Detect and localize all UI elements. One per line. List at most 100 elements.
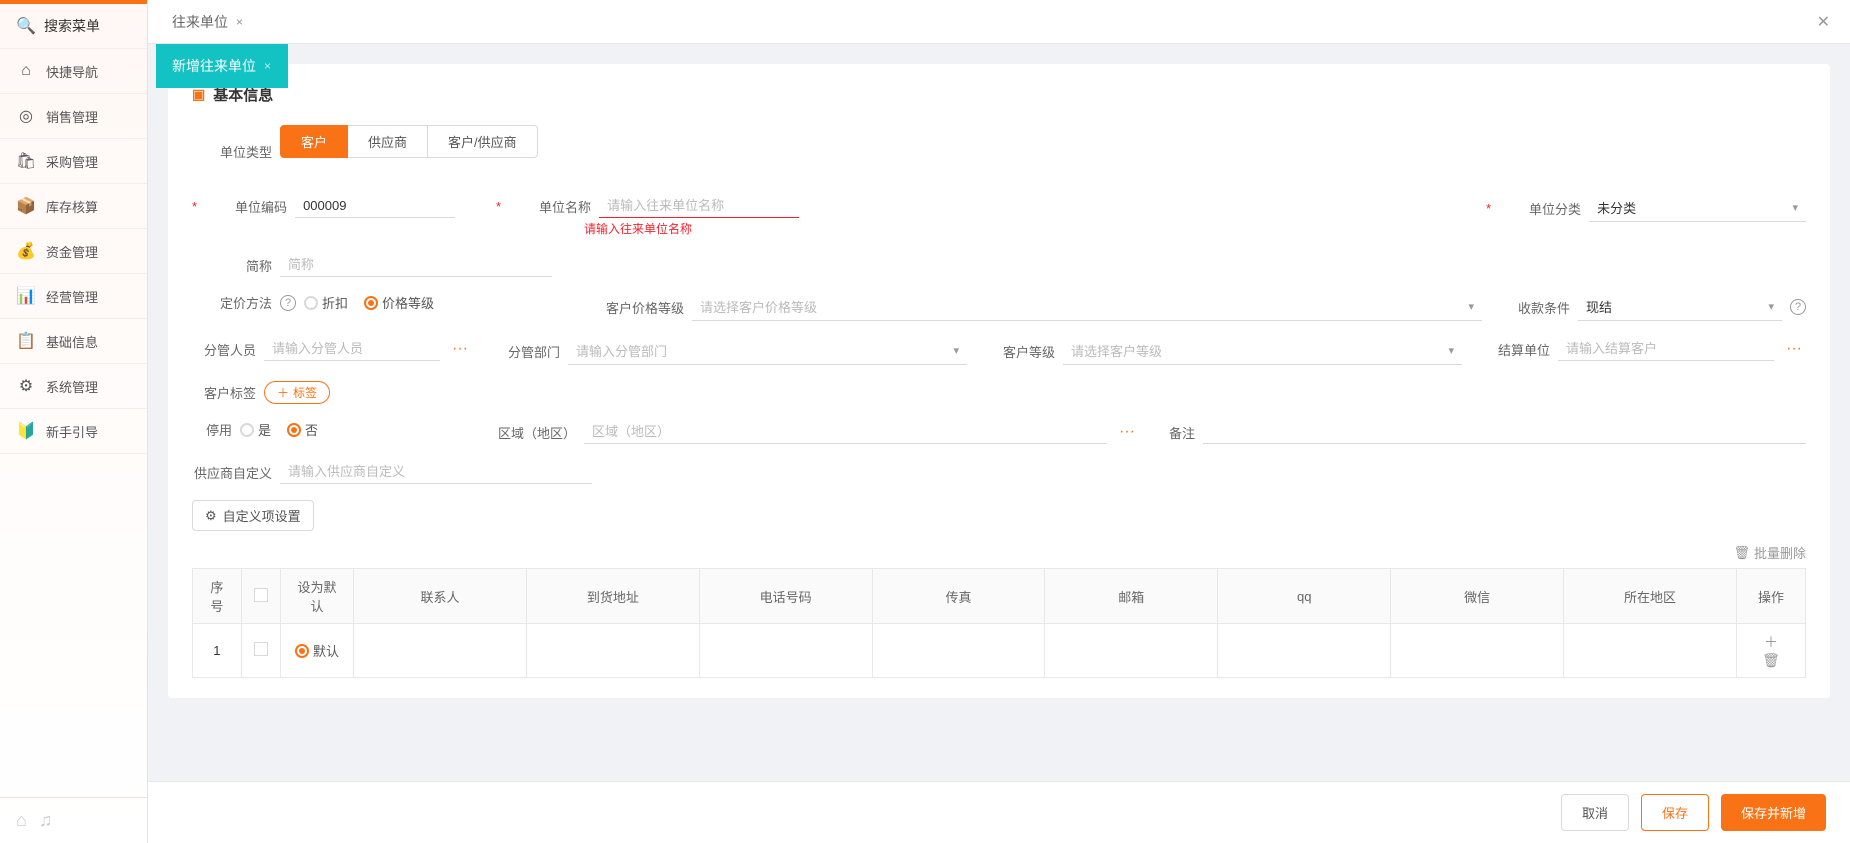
sidebar-label-system: 系统管理 [46, 377, 98, 396]
custom-settings-button[interactable]: ⚙ 自定义项设置 [192, 500, 314, 531]
row-email-input[interactable] [1057, 643, 1205, 658]
row-contact-input[interactable] [366, 643, 514, 658]
add-tag-label: 标签 [293, 384, 317, 401]
sidebar: 🔍 搜索菜单 ⌂快捷导航◎销售管理🛍采购管理📦库存核算💰资金管理 📊 经营管理 📋基础… [0, 0, 148, 843]
sidebar-item-operation[interactable]: 📊 经营管理 [0, 274, 147, 319]
disabled-no-option[interactable]: 否 [287, 420, 318, 439]
unit-category-select[interactable]: 未分类 ▾ [1589, 194, 1806, 222]
type-btn-supplier[interactable]: 供应商 [348, 125, 428, 158]
sidebar-item-inventory[interactable]: 📦库存核算 [0, 184, 147, 229]
table-select-all-checkbox[interactable] [254, 588, 268, 602]
row-add-button[interactable]: ＋ [1760, 632, 1782, 652]
payment-terms-help-icon[interactable]: ? [1790, 299, 1806, 315]
table-header-5: 电话号码 [699, 569, 872, 624]
add-tag-button[interactable]: ＋ 标签 [264, 381, 330, 404]
table-header-7: 邮箱 [1045, 569, 1218, 624]
sidebar-icon-operation: 📊 [16, 286, 36, 306]
table-cell-checkbox [241, 624, 280, 678]
search-menu-item[interactable]: 🔍 搜索菜单 [0, 4, 147, 49]
pricing-method-help-icon[interactable]: ? [280, 295, 296, 311]
table-row: 1默认＋🗑 [193, 624, 1806, 678]
tab-units[interactable]: 往来单位× [156, 0, 288, 44]
form-row-1: * 单位编码 * 单位名称 请输入往来单位名称 * 单位分类 [192, 194, 1806, 237]
region-more-icon[interactable]: ··· [1115, 423, 1139, 441]
row-address-input[interactable] [539, 643, 687, 658]
disabled-no-radio-dot [291, 427, 297, 433]
batch-delete-button[interactable]: 🗑 批量删除 [1733, 543, 1806, 562]
music-icon[interactable]: ♫ [39, 810, 53, 831]
settlement-more-icon[interactable]: ··· [1782, 340, 1806, 358]
manager-field: 分管人员 ··· [192, 337, 472, 361]
supplier-custom-input[interactable] [280, 460, 592, 484]
tab-new-unit[interactable]: 新增往来单位× [156, 44, 288, 88]
row-wechat-input[interactable] [1403, 643, 1551, 658]
type-btn-both[interactable]: 客户/供应商 [428, 125, 538, 158]
sidebar-item-sales[interactable]: ◎销售管理 [0, 94, 147, 139]
row-delete-button[interactable]: 🗑 [1758, 652, 1784, 669]
short-name-input[interactable] [280, 253, 552, 277]
row-qq-input[interactable] [1230, 643, 1378, 658]
pricing-grade-radio-dot [368, 300, 374, 306]
save-and-new-button[interactable]: 保存并新增 [1721, 794, 1826, 831]
unit-code-input[interactable] [295, 194, 455, 218]
sidebar-item-quick-nav[interactable]: ⌂快捷导航 [0, 49, 147, 94]
table-header-8: qq [1218, 569, 1391, 624]
customer-grade-select[interactable]: 请选择客户等级 ▾ [1063, 337, 1462, 365]
bottom-toolbar: 取消 保存 保存并新增 [148, 781, 1850, 843]
sidebar-item-basic[interactable]: 📋基础信息 [0, 319, 147, 364]
pricing-grade-radio [364, 296, 378, 310]
sidebar-item-guide[interactable]: 🔰新手引导 [0, 409, 147, 454]
payment-terms-value: 现结 [1586, 297, 1764, 316]
settlement-input[interactable] [1558, 337, 1774, 361]
row-phone-input[interactable] [712, 643, 860, 658]
type-btn-customer[interactable]: 客户 [280, 125, 348, 158]
pricing-grade-option[interactable]: 价格等级 [364, 293, 434, 312]
pricing-discount-label: 折扣 [322, 293, 348, 312]
batch-delete-icon: 🗑 [1733, 545, 1750, 561]
sidebar-label-operation: 经营管理 [46, 287, 98, 306]
pricing-method-field: 定价方法 ? 折扣 价格等级 [192, 293, 572, 312]
unit-type-label: 单位类型 [192, 142, 272, 161]
sidebar-item-finance[interactable]: 💰资金管理 [0, 229, 147, 274]
unit-name-input[interactable] [599, 194, 799, 218]
department-select[interactable]: 请输入分管部门 ▾ [568, 337, 967, 365]
table-header: 序号设为默认联系人到货地址电话号码传真邮箱qq微信所在地区操作 [193, 569, 1806, 624]
sidebar-item-system[interactable]: ⚙系统管理 [0, 364, 147, 409]
table-cell-contact [354, 624, 527, 678]
pricing-grade-label: 价格等级 [382, 293, 434, 312]
tab-close-new-unit[interactable]: × [264, 59, 271, 73]
payment-terms-field: 收款条件 现结 ▾ ? [1506, 293, 1806, 321]
customer-price-select[interactable]: 请选择客户价格等级 ▾ [692, 293, 1482, 321]
save-button[interactable]: 保存 [1641, 794, 1709, 831]
remarks-input[interactable] [1203, 420, 1806, 444]
tab-bar-close-button[interactable]: ✕ [1805, 12, 1842, 32]
region-input[interactable] [584, 420, 1107, 444]
section-info-icon: ▣ [192, 86, 205, 103]
default-radio-item[interactable]: 默认 [293, 641, 341, 660]
tab-close-units[interactable]: × [236, 15, 243, 29]
table-header-1 [241, 569, 280, 624]
row-region-input[interactable] [1576, 643, 1724, 658]
home-icon[interactable]: ⌂ [16, 810, 27, 831]
sidebar-item-purchase[interactable]: 🛍采购管理 [0, 139, 147, 184]
table-cell-qq [1218, 624, 1391, 678]
tab-list: 首页往来单位×新增往来单位× [156, 0, 288, 88]
sidebar-label-purchase: 采购管理 [46, 152, 98, 171]
remarks-field: 备注 [1163, 420, 1806, 444]
disabled-label: 停用 [192, 420, 232, 439]
unit-category-value: 未分类 [1597, 198, 1788, 217]
payment-terms-select[interactable]: 现结 ▾ [1578, 293, 1782, 321]
disabled-yes-option[interactable]: 是 [240, 420, 271, 439]
disabled-radio-group: 是 否 [240, 420, 318, 439]
batch-delete-label: 批量删除 [1754, 543, 1806, 562]
cancel-button[interactable]: 取消 [1561, 794, 1629, 831]
unit-code-field: * 单位编码 [192, 194, 472, 218]
customer-grade-label: 客户等级 [991, 342, 1055, 361]
row-fax-input[interactable] [885, 643, 1033, 658]
table-actions: 🗑 批量删除 [192, 543, 1806, 562]
row-checkbox[interactable] [254, 642, 268, 656]
unit-name-field: * 单位名称 [496, 194, 1462, 218]
manager-input[interactable] [264, 337, 440, 361]
pricing-discount-option[interactable]: 折扣 [304, 293, 348, 312]
manager-more-icon[interactable]: ··· [448, 340, 472, 358]
